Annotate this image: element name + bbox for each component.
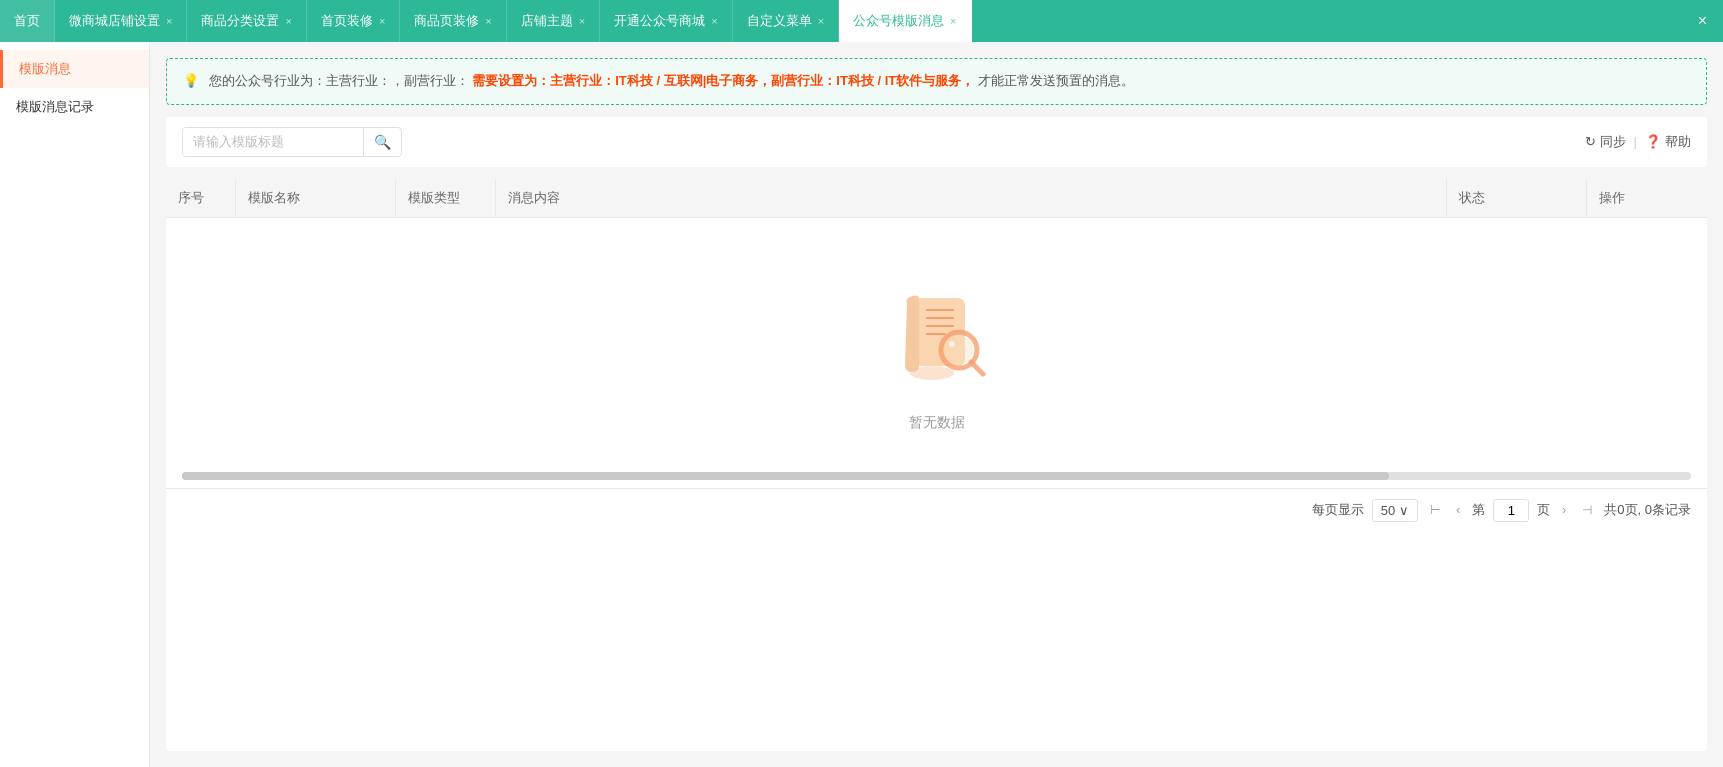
nav-tab-template-msg[interactable]: 公众号模版消息 × bbox=[839, 0, 971, 42]
search-input[interactable] bbox=[183, 128, 363, 155]
sidebar-item-template-msg[interactable]: 模版消息 bbox=[0, 50, 149, 88]
page-prefix: 第 bbox=[1472, 501, 1485, 519]
search-bar: 🔍 ↻ 同步 | ❓ 帮助 bbox=[166, 117, 1707, 167]
nav-tab-home-decor[interactable]: 首页装修 × bbox=[307, 0, 400, 42]
nav-tab-open-mall-close[interactable]: × bbox=[711, 15, 717, 27]
first-page-button[interactable]: ⊢ bbox=[1426, 501, 1444, 519]
nav-tab-theme-label: 店铺主题 bbox=[521, 12, 573, 30]
nav-tab-product-decor-close[interactable]: × bbox=[485, 15, 491, 27]
nav-tab-theme[interactable]: 店铺主题 × bbox=[507, 0, 600, 42]
main-content: 💡 您的公众号行业为：主营行业：，副营行业： 需要设置为：主营行业：IT科技 /… bbox=[150, 42, 1723, 767]
page-size-select[interactable]: 50 ∨ bbox=[1372, 499, 1418, 522]
empty-text: 暂无数据 bbox=[909, 414, 965, 432]
col-template-name: 模版名称 bbox=[236, 179, 396, 217]
horizontal-scrollbar[interactable] bbox=[182, 472, 1691, 480]
nav-tab-custom-menu-close[interactable]: × bbox=[818, 15, 824, 27]
top-nav: 首页 微商城店铺设置 × 商品分类设置 × 首页装修 × 商品页装修 × 店铺主… bbox=[0, 0, 1723, 42]
pagination-bar: 每页显示 50 ∨ ⊢ ‹ 第 1 页 › ⊣ 共0页, 0条记录 bbox=[166, 488, 1707, 532]
last-page-button[interactable]: ⊣ bbox=[1578, 501, 1596, 519]
nav-tab-category-close[interactable]: × bbox=[285, 15, 291, 27]
nav-tab-shop-close[interactable]: × bbox=[166, 15, 172, 27]
toolbar-right: ↻ 同步 | ❓ 帮助 bbox=[1585, 133, 1691, 151]
col-status: 状态 bbox=[1447, 179, 1587, 217]
empty-illustration bbox=[877, 278, 997, 398]
nav-tab-home-decor-close[interactable]: × bbox=[379, 15, 385, 27]
help-button[interactable]: ❓ 帮助 bbox=[1645, 133, 1691, 151]
help-label: 帮助 bbox=[1665, 133, 1691, 151]
nav-tab-home-decor-label: 首页装修 bbox=[321, 12, 373, 30]
sync-button[interactable]: ↻ 同步 bbox=[1585, 133, 1626, 151]
nav-tab-template-msg-label: 公众号模版消息 bbox=[853, 12, 944, 30]
nav-tab-category[interactable]: 商品分类设置 × bbox=[187, 0, 306, 42]
table-container: 序号 模版名称 模版类型 消息内容 状态 操作 bbox=[166, 179, 1707, 751]
nav-tab-home-label: 首页 bbox=[14, 12, 40, 30]
global-close-button[interactable]: × bbox=[1682, 12, 1723, 30]
notice-icon: 💡 bbox=[183, 73, 199, 88]
sidebar: 模版消息 模版消息记录 bbox=[0, 42, 150, 767]
prev-page-button[interactable]: ‹ bbox=[1452, 501, 1464, 519]
search-input-wrap: 🔍 bbox=[182, 127, 402, 157]
empty-state: 暂无数据 bbox=[166, 218, 1707, 472]
col-message-content: 消息内容 bbox=[496, 179, 1447, 217]
nav-tab-product-decor-label: 商品页装修 bbox=[414, 12, 479, 30]
svg-line-8 bbox=[971, 362, 983, 374]
nav-tab-theme-close[interactable]: × bbox=[579, 15, 585, 27]
col-template-type: 模版类型 bbox=[396, 179, 496, 217]
sync-label: 同步 bbox=[1600, 133, 1626, 151]
notice-suffix: 才能正常发送预置的消息。 bbox=[978, 73, 1134, 88]
sidebar-item-template-msg-record[interactable]: 模版消息记录 bbox=[0, 88, 149, 126]
col-action: 操作 bbox=[1587, 179, 1707, 217]
nav-tab-custom-menu-label: 自定义菜单 bbox=[747, 12, 812, 30]
nav-tab-product-decor[interactable]: 商品页装修 × bbox=[400, 0, 506, 42]
sync-icon: ↻ bbox=[1585, 134, 1596, 149]
page-size-label: 每页显示 bbox=[1312, 501, 1364, 519]
svg-point-7 bbox=[945, 336, 973, 364]
nav-tab-open-mall-label: 开通公众号商城 bbox=[614, 12, 705, 30]
page-number-input[interactable]: 1 bbox=[1493, 499, 1529, 522]
nav-tab-shop-label: 微商城店铺设置 bbox=[69, 12, 160, 30]
nav-tab-template-msg-close[interactable]: × bbox=[950, 15, 956, 27]
notice-prefix: 您的公众号行业为：主营行业：，副营行业： bbox=[209, 73, 469, 88]
scrollbar-thumb[interactable] bbox=[182, 472, 1389, 480]
nav-tab-open-mall[interactable]: 开通公众号商城 × bbox=[600, 0, 732, 42]
page-unit: 页 bbox=[1537, 501, 1550, 519]
page-size-value: 50 bbox=[1381, 503, 1395, 518]
page-summary: 共0页, 0条记录 bbox=[1604, 501, 1691, 519]
notice-highlight: 需要设置为：主营行业：IT科技 / 互联网|电子商务，副营行业：IT科技 / I… bbox=[472, 73, 974, 88]
nav-tab-custom-menu[interactable]: 自定义菜单 × bbox=[733, 0, 839, 42]
page-size-chevron-icon: ∨ bbox=[1399, 503, 1409, 518]
main-layout: 模版消息 模版消息记录 💡 您的公众号行业为：主营行业：，副营行业： 需要设置为… bbox=[0, 42, 1723, 767]
notice-banner: 💡 您的公众号行业为：主营行业：，副营行业： 需要设置为：主营行业：IT科技 /… bbox=[166, 58, 1707, 105]
col-index: 序号 bbox=[166, 179, 236, 217]
svg-point-9 bbox=[949, 341, 955, 347]
search-button[interactable]: 🔍 bbox=[363, 128, 401, 156]
next-page-button[interactable]: › bbox=[1558, 501, 1570, 519]
nav-tab-category-label: 商品分类设置 bbox=[201, 12, 279, 30]
toolbar-divider: | bbox=[1634, 134, 1637, 149]
table-header: 序号 模版名称 模版类型 消息内容 状态 操作 bbox=[166, 179, 1707, 218]
nav-tab-shop-settings[interactable]: 微商城店铺设置 × bbox=[55, 0, 187, 42]
help-icon: ❓ bbox=[1645, 134, 1661, 149]
nav-tab-home[interactable]: 首页 bbox=[0, 0, 55, 42]
